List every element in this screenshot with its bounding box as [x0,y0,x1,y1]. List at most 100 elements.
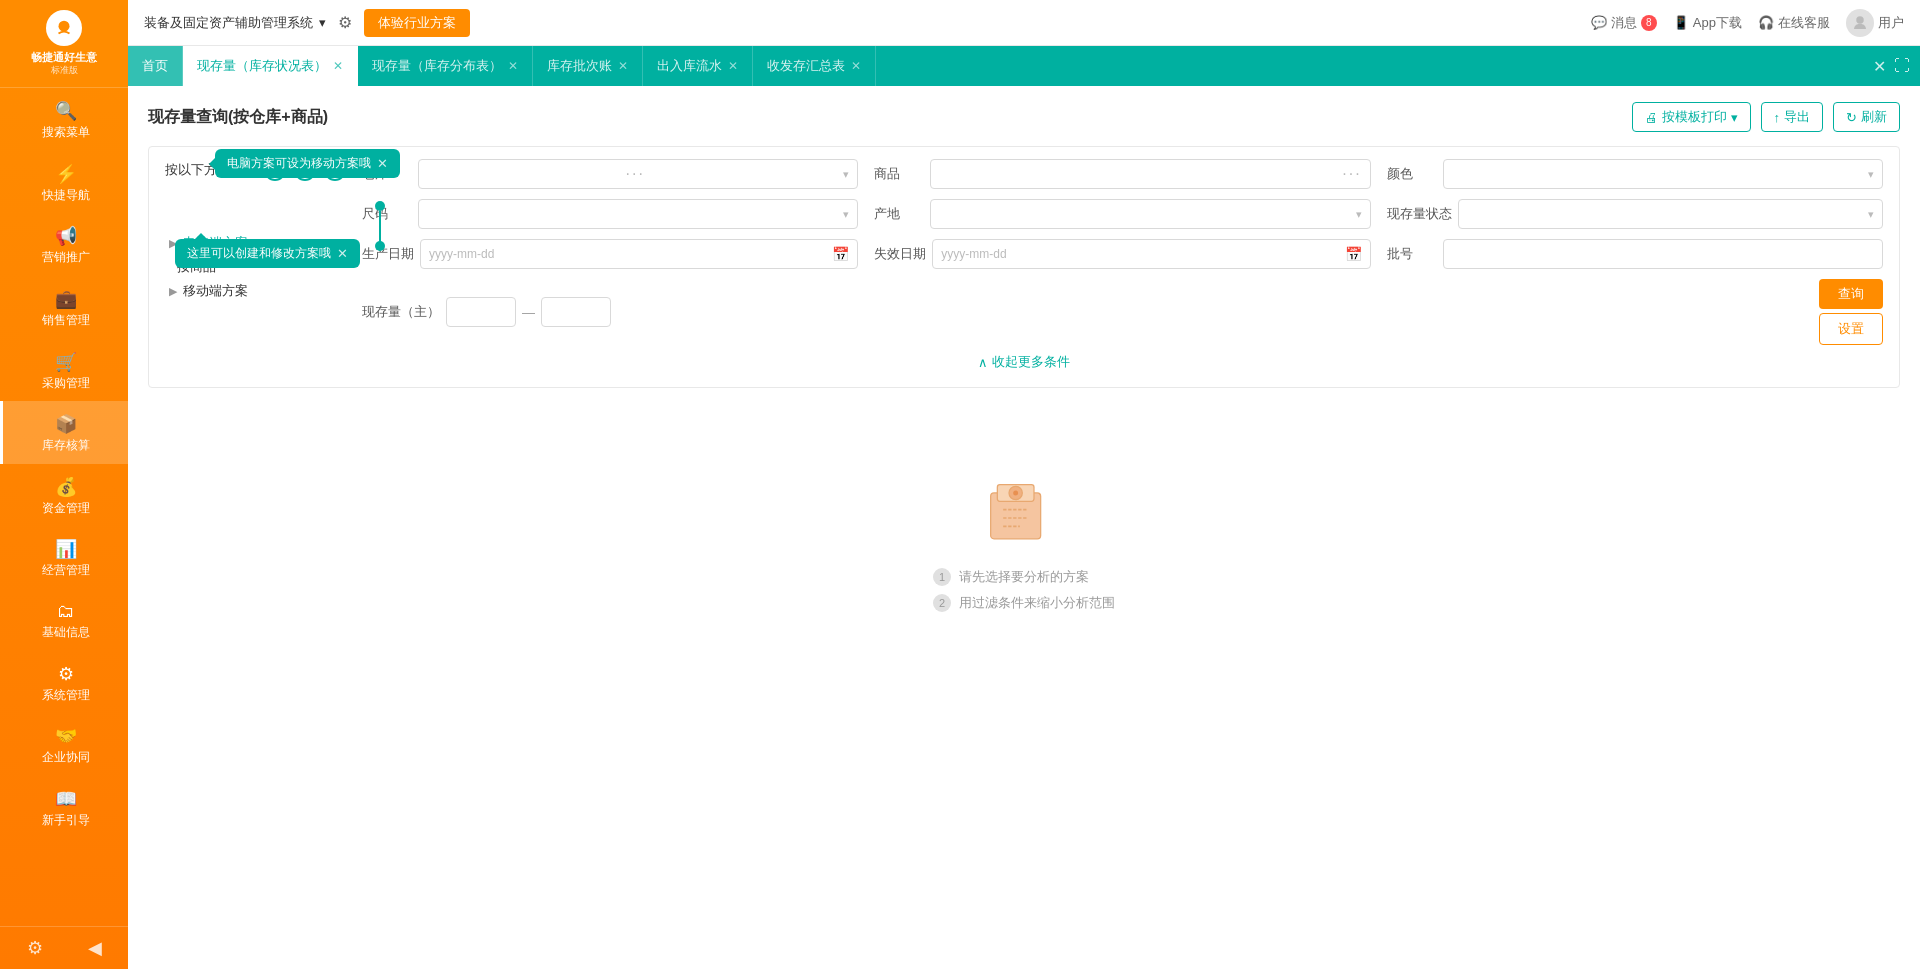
stock-from-input[interactable] [446,297,516,327]
sidebar-item-label: 采购管理 [42,376,90,392]
sidebar-item-label: 库存核算 [42,438,90,454]
tab-batch-account[interactable]: 库存批次账 ✕ [533,46,643,86]
tab-close-flow[interactable]: ✕ [728,59,738,73]
sidebar-nav: 🔍 搜索菜单 ⚡ 快捷导航 📢 营销推广 💼 销售管理 🛒 采购管理 📦 库存核… [0,88,128,926]
sidebar-item-label: 新手引导 [42,813,90,829]
system-title: 装备及固定资产辅助管理系统 ▾ [144,14,326,32]
inv-status-select[interactable]: ▾ [1458,199,1883,229]
sidebar-settings-btn[interactable]: ⚙ [27,937,43,959]
sidebar-item-sales[interactable]: 💼 销售管理 [0,276,128,339]
refresh-btn[interactable]: ↻ 刷新 [1833,102,1900,132]
tab-close-inventory-status[interactable]: ✕ [333,59,343,73]
svg-point-0 [59,21,70,32]
sidebar-logo: 畅捷通好生意 标准版 [0,0,128,88]
tab-inventory-status[interactable]: 现存量（库存状况表） ✕ [183,46,358,86]
tooltip-2-close[interactable]: ✕ [337,246,348,261]
quicknav-icon: ⚡ [55,163,77,185]
tab-inventory-dist[interactable]: 现存量（库存分布表） ✕ [358,46,533,86]
empty-step-2-text: 用过滤条件来缩小分析范围 [959,594,1115,612]
sidebar-item-purchase[interactable]: 🛒 采购管理 [0,339,128,402]
filter-row-2: 尺码 ▾ 产地 ▾ [362,199,1883,229]
product-select[interactable]: ··· [930,159,1370,189]
size-select[interactable]: ▾ [418,199,858,229]
exp-date-from[interactable]: yyyy-mm-dd 📅 [932,239,1370,269]
sidebar-item-inventory[interactable]: 📦 库存核算 [0,401,128,464]
tooltip-1: 电脑方案可设为移动方案哦 ✕ [215,149,400,178]
sidebar-bottom: ⚙ ◀ [0,926,128,969]
sidebar-item-finance[interactable]: 💰 资金管理 [0,464,128,527]
tab-expand-btn[interactable]: ⛶ [1894,57,1910,75]
tab-actions: ✕ ⛶ [1863,46,1920,86]
color-select[interactable]: ▾ [1443,159,1883,189]
online-service-btn[interactable]: 🎧 在线客服 [1758,14,1830,32]
user-btn[interactable]: 用户 [1846,9,1904,37]
collapse-icon: ∧ [978,355,988,370]
svg-point-5 [1013,490,1018,495]
reset-btn[interactable]: 设置 [1819,313,1883,345]
sidebar-item-system[interactable]: ⚙ 系统管理 [0,651,128,714]
tab-close-inventory-dist[interactable]: ✕ [508,59,518,73]
sidebar-item-label: 经营管理 [42,563,90,579]
empty-step-1-text: 请先选择要分析的方案 [959,568,1089,586]
collapse-btn[interactable]: ∧ 收起更多条件 [978,353,1070,371]
connector-line [379,211,381,243]
sidebar-item-label: 快捷导航 [42,188,90,204]
filter-inv-status: 现存量状态 ▾ [1387,199,1883,229]
connector-dot-bottom [375,241,385,251]
tab-close-all-btn[interactable]: ✕ [1873,57,1886,76]
prod-date-from[interactable]: yyyy-mm-dd 📅 [420,239,858,269]
search-btn[interactable]: 查询 [1819,279,1883,309]
message-btn[interactable]: 💬 消息 8 [1591,14,1657,32]
sidebar-collapse-btn[interactable]: ◀ [88,937,102,959]
settings-icon[interactable]: ⚙ [338,13,352,32]
logo-icon [46,10,82,46]
app-download-btn[interactable]: 📱 App下载 [1673,14,1742,32]
main-content: 装备及固定资产辅助管理系统 ▾ ⚙ 体验行业方案 💬 消息 8 📱 App下载 … [128,0,1920,969]
tab-close-summary[interactable]: ✕ [851,59,861,73]
sidebar-item-marketing[interactable]: 📢 营销推广 [0,213,128,276]
tooltip-2: 这里可以创建和修改方案哦 ✕ [175,239,360,268]
tabbar: 首页 现存量（库存状况表） ✕ 现存量（库存分布表） ✕ 库存批次账 ✕ 出入库… [128,46,1920,86]
sidebar-item-basic-info[interactable]: 🗂 基础信息 [0,589,128,651]
tab-close-batch-account[interactable]: ✕ [618,59,628,73]
page-title-actions: 🖨 按模板打印 ▾ ↑ 导出 ↻ 刷新 [1632,102,1901,132]
sidebar-item-quicknav[interactable]: ⚡ 快捷导航 [0,151,128,214]
filter-stock-range: 现存量（主） — [362,297,856,327]
sidebar-item-label: 营销推广 [42,250,90,266]
tab-flow[interactable]: 出入库流水 ✕ [643,46,753,86]
system-title-text: 装备及固定资产辅助管理系统 [144,14,313,32]
origin-select[interactable]: ▾ [930,199,1370,229]
empty-state: 1 请先选择要分析的方案 2 用过滤条件来缩小分析范围 [148,388,1900,700]
calendar-icon-2: 📅 [1345,246,1362,262]
empty-step-1: 1 请先选择要分析的方案 [933,568,1115,586]
template-print-btn[interactable]: 🖨 按模板打印 ▾ [1632,102,1751,132]
export-btn[interactable]: ↑ 导出 [1761,102,1824,132]
sidebar-item-search[interactable]: 🔍 搜索菜单 [0,88,128,151]
exp-date-from-placeholder: yyyy-mm-dd [941,247,1006,261]
sales-icon: 💼 [55,288,77,310]
scheme-item-mobile[interactable]: ▶ 移动端方案 [165,279,346,303]
tab-summary[interactable]: 收发存汇总表 ✕ [753,46,876,86]
stock-to-input[interactable] [541,297,611,327]
batch-input[interactable] [1443,239,1883,269]
refresh-label: 刷新 [1861,108,1887,126]
warehouse-select[interactable]: ··· ▾ [418,159,858,189]
sidebar-item-newbie[interactable]: 📖 新手引导 [0,776,128,839]
empty-illustration [974,468,1074,548]
sidebar-item-operations[interactable]: 📊 经营管理 [0,526,128,589]
sidebar-item-cooperation[interactable]: 🤝 企业协同 [0,713,128,776]
template-print-label: 按模板打印 [1662,108,1727,126]
tab-flow-label: 出入库流水 [657,57,722,75]
filter-prod-date: 生产日期 yyyy-mm-dd 📅 [362,239,858,269]
filter-warehouse: 仓库 ··· ▾ [362,159,858,189]
newbie-icon: 📖 [55,788,77,810]
tooltip-1-close[interactable]: ✕ [377,156,388,171]
export-icon: ↑ [1774,110,1781,125]
connector-dot-top [375,201,385,211]
tab-home[interactable]: 首页 [128,46,183,86]
page-title-row: 现存量查询(按仓库+商品) 🖨 按模板打印 ▾ ↑ 导出 ↻ 刷新 [148,102,1900,132]
message-icon: 💬 [1591,15,1607,30]
refresh-icon: ↻ [1846,110,1857,125]
filter-exp-date: 失效日期 yyyy-mm-dd 📅 [874,239,1370,269]
experience-btn[interactable]: 体验行业方案 [364,9,470,37]
